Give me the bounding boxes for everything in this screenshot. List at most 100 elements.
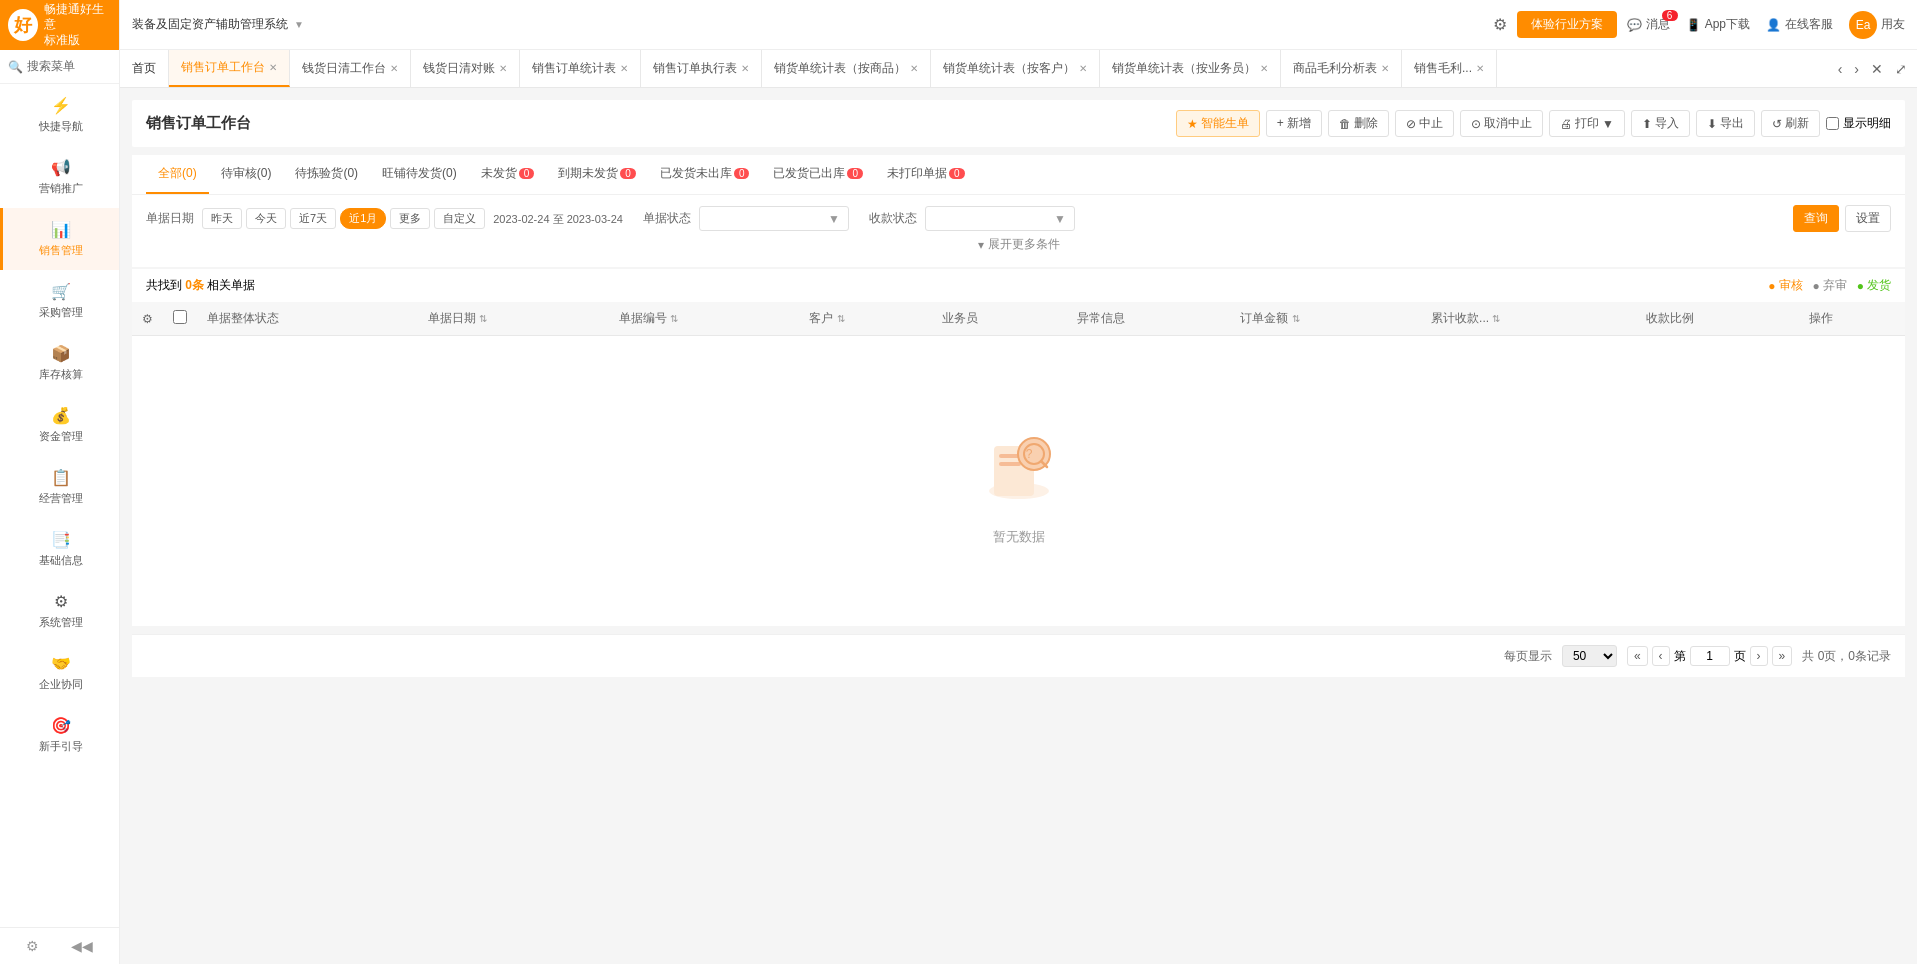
user-menu[interactable]: Ea 用友 bbox=[1849, 11, 1905, 39]
sort-collected-icon[interactable]: ⇅ bbox=[1492, 313, 1500, 324]
add-button[interactable]: + 新增 bbox=[1266, 110, 1322, 137]
filter-tab-wangpu[interactable]: 旺铺待发货(0) bbox=[370, 155, 469, 194]
filter-tab-shipped-out[interactable]: 已发货已出库0 bbox=[761, 155, 875, 194]
delete-button[interactable]: 🗑 删除 bbox=[1328, 110, 1389, 137]
th-collected[interactable]: 累计收款... ⇅ bbox=[1421, 302, 1636, 336]
topbar-settings-icon[interactable]: ⚙ bbox=[1493, 15, 1507, 34]
tab-sales-exec[interactable]: 销售订单执行表 ✕ bbox=[641, 50, 762, 87]
filter-tab-shipped-not-out[interactable]: 已发货未出库0 bbox=[648, 155, 762, 194]
tab-close-all-icon[interactable]: ✕ bbox=[1867, 59, 1887, 79]
export-button[interactable]: ⬇ 导出 bbox=[1696, 110, 1755, 137]
th-number[interactable]: 单据编号 ⇅ bbox=[609, 302, 800, 336]
date-btn-7days[interactable]: 近7天 bbox=[290, 208, 336, 229]
tab-sales-workbench[interactable]: 销售订单工作台 ✕ bbox=[169, 50, 290, 87]
sidebar-item-inventory[interactable]: 📦 库存核算 bbox=[0, 332, 119, 394]
sidebar-search[interactable]: 🔍 搜索菜单 bbox=[0, 50, 119, 84]
status-placeholder bbox=[708, 210, 720, 227]
solution-button[interactable]: 体验行业方案 bbox=[1517, 11, 1617, 38]
tab-close-icon[interactable]: ✕ bbox=[390, 63, 398, 74]
page-prev-button[interactable]: ‹ bbox=[1652, 646, 1670, 666]
sidebar-item-guide[interactable]: 🎯 新手引导 bbox=[0, 704, 119, 766]
collapse-icon[interactable]: ◀◀ bbox=[71, 938, 93, 954]
tab-close-icon[interactable]: ✕ bbox=[1476, 63, 1484, 74]
tab-close-icon[interactable]: ✕ bbox=[269, 62, 277, 73]
sidebar-item-purchase[interactable]: 🛒 采购管理 bbox=[0, 270, 119, 332]
tab-cash-daily[interactable]: 钱货日清工作台 ✕ bbox=[290, 50, 411, 87]
date-btn-custom[interactable]: 自定义 bbox=[434, 208, 485, 229]
smart-create-button[interactable]: ★ 智能生单 bbox=[1176, 110, 1260, 137]
sidebar-item-enterprise[interactable]: 🤝 企业协同 bbox=[0, 642, 119, 704]
tab-close-icon[interactable]: ✕ bbox=[1079, 63, 1087, 74]
sort-amount-icon[interactable]: ⇅ bbox=[1292, 313, 1300, 324]
cancel-stop-button[interactable]: ⊙ 取消中止 bbox=[1460, 110, 1543, 137]
cancel-action[interactable]: ● 弃审 bbox=[1813, 277, 1847, 294]
th-check[interactable] bbox=[163, 302, 197, 336]
stop-button[interactable]: ⊘ 中止 bbox=[1395, 110, 1454, 137]
date-btn-more[interactable]: 更多 bbox=[390, 208, 430, 229]
settings-query-button[interactable]: 设置 bbox=[1845, 205, 1891, 232]
refresh-button[interactable]: ↺ 刷新 bbox=[1761, 110, 1820, 137]
date-btn-1month[interactable]: 近1月 bbox=[340, 208, 386, 229]
tab-goods-stats-customer[interactable]: 销货单统计表（按客户） ✕ bbox=[931, 50, 1100, 87]
tab-close-icon[interactable]: ✕ bbox=[620, 63, 628, 74]
sidebar-item-operations[interactable]: 📋 经营管理 bbox=[0, 456, 119, 518]
query-button[interactable]: 查询 bbox=[1793, 205, 1839, 232]
logo-text: 畅捷通好生意 标准版 bbox=[44, 2, 111, 49]
page-last-button[interactable]: » bbox=[1772, 646, 1793, 666]
th-date[interactable]: 单据日期 ⇅ bbox=[418, 302, 609, 336]
page-first-button[interactable]: « bbox=[1627, 646, 1648, 666]
sidebar-item-quick-nav[interactable]: ⚡ 快捷导航 bbox=[0, 84, 119, 146]
tab-close-icon[interactable]: ✕ bbox=[910, 63, 918, 74]
app-download-button[interactable]: 📱 App下载 bbox=[1686, 16, 1750, 33]
tab-next-icon[interactable]: › bbox=[1850, 59, 1863, 79]
audit-action[interactable]: ● 审核 bbox=[1768, 277, 1802, 294]
tab-goods-stats-product[interactable]: 销货单统计表（按商品） ✕ bbox=[762, 50, 931, 87]
show-detail-checkbox[interactable]: 显示明细 bbox=[1826, 115, 1891, 132]
per-page-select[interactable]: 10 20 50 100 bbox=[1562, 645, 1617, 667]
sort-date-icon[interactable]: ⇅ bbox=[479, 313, 487, 324]
settings-bottom-icon[interactable]: ⚙ bbox=[26, 938, 39, 954]
sidebar-item-system[interactable]: ⚙ 系统管理 bbox=[0, 580, 119, 642]
tab-goods-stats-staff[interactable]: 销货单统计表（按业务员） ✕ bbox=[1100, 50, 1281, 87]
tab-home[interactable]: 首页 bbox=[120, 50, 169, 87]
tab-close-icon[interactable]: ✕ bbox=[1381, 63, 1389, 74]
import-button[interactable]: ⬆ 导入 bbox=[1631, 110, 1690, 137]
tab-prev-icon[interactable]: ‹ bbox=[1834, 59, 1847, 79]
filter-tab-pending-review[interactable]: 待审核(0) bbox=[209, 155, 284, 194]
date-btn-today[interactable]: 今天 bbox=[246, 208, 286, 229]
filter-tab-not-shipped[interactable]: 未发货0 bbox=[469, 155, 547, 194]
tab-sales-stats[interactable]: 销售订单统计表 ✕ bbox=[520, 50, 641, 87]
expand-conditions-button[interactable]: ▾ 展开更多条件 bbox=[146, 232, 1891, 257]
tab-fullscreen-icon[interactable]: ⤢ bbox=[1891, 59, 1911, 79]
ship-action[interactable]: ● 发货 bbox=[1857, 277, 1891, 294]
sidebar-item-marketing[interactable]: 📢 营销推广 bbox=[0, 146, 119, 208]
sort-number-icon[interactable]: ⇅ bbox=[670, 313, 678, 324]
th-customer[interactable]: 客户 ⇅ bbox=[799, 302, 932, 336]
th-settings[interactable]: ⚙ bbox=[132, 302, 163, 336]
tab-close-icon[interactable]: ✕ bbox=[741, 63, 749, 74]
page-number-input[interactable] bbox=[1690, 646, 1730, 666]
th-amount[interactable]: 订单金额 ⇅ bbox=[1230, 302, 1421, 336]
tab-sales-more[interactable]: 销售毛利... ✕ bbox=[1402, 50, 1497, 87]
payment-select[interactable]: ▼ bbox=[925, 206, 1075, 231]
tab-cash-reconcile[interactable]: 钱货日清对账 ✕ bbox=[411, 50, 520, 87]
message-button[interactable]: 💬 消息 6 bbox=[1627, 16, 1670, 33]
filter-tab-not-printed[interactable]: 未打印单据0 bbox=[875, 155, 977, 194]
sidebar-item-sales[interactable]: 📊 销售管理 bbox=[0, 208, 119, 270]
show-detail-input[interactable] bbox=[1826, 117, 1839, 130]
select-all-checkbox[interactable] bbox=[173, 310, 187, 324]
page-next-button[interactable]: › bbox=[1750, 646, 1768, 666]
sidebar-item-finance[interactable]: 💰 资金管理 bbox=[0, 394, 119, 456]
tab-close-icon[interactable]: ✕ bbox=[1260, 63, 1268, 74]
tab-close-icon[interactable]: ✕ bbox=[499, 63, 507, 74]
sort-customer-icon[interactable]: ⇅ bbox=[837, 313, 845, 324]
online-service-button[interactable]: 👤 在线客服 bbox=[1766, 16, 1833, 33]
sidebar-item-basic-info[interactable]: 📑 基础信息 bbox=[0, 518, 119, 580]
status-select[interactable]: ▼ bbox=[699, 206, 849, 231]
filter-tab-overdue[interactable]: 到期未发货0 bbox=[546, 155, 648, 194]
tab-product-margin[interactable]: 商品毛利分析表 ✕ bbox=[1281, 50, 1402, 87]
print-button[interactable]: 🖨 打印 ▼ bbox=[1549, 110, 1625, 137]
filter-tab-pending-check[interactable]: 待拣验货(0) bbox=[283, 155, 370, 194]
date-btn-yesterday[interactable]: 昨天 bbox=[202, 208, 242, 229]
filter-tab-all[interactable]: 全部(0) bbox=[146, 155, 209, 194]
